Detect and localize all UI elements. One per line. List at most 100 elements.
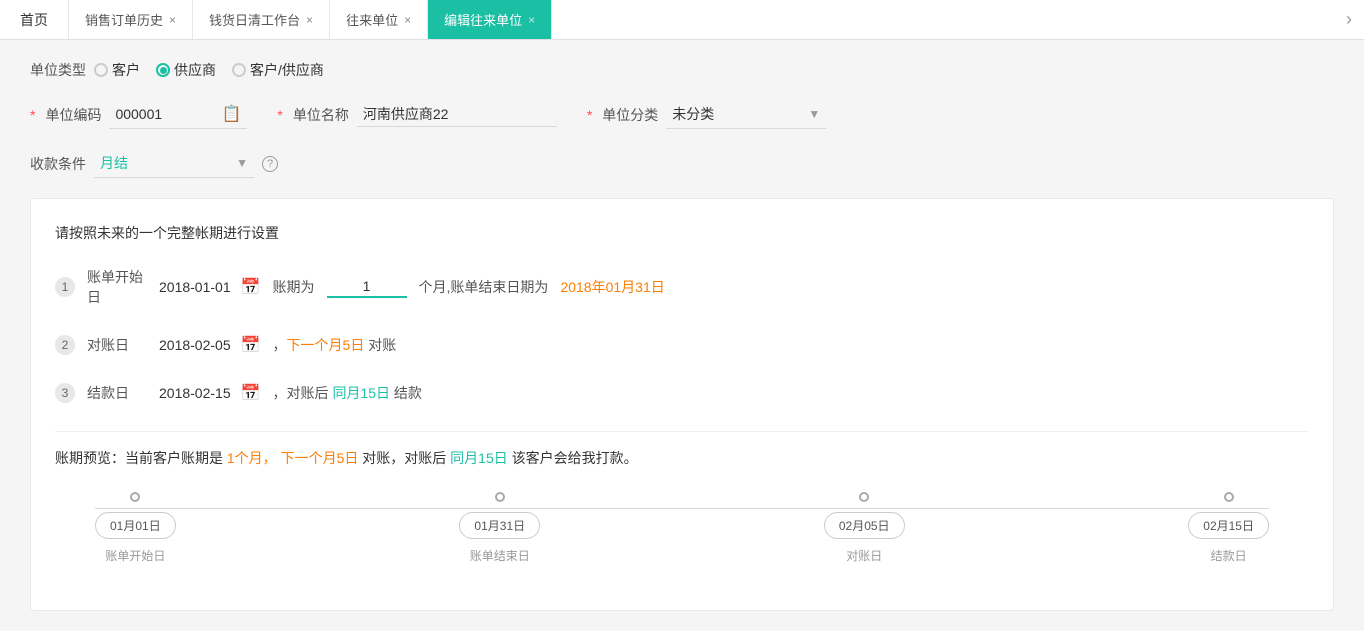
unit-detail-row: * 单位编码 📋 * 单位名称 * 单位分类 未分类 ▼ [30, 100, 1334, 129]
preview-payment: 同月15日 [450, 450, 508, 466]
setting-date-2: 2018-02-05 📅 [159, 335, 261, 355]
timeline-wrapper: 01月01日 账单开始日 01月31日 账单结束日 02月05日 对账日 [55, 492, 1309, 564]
timeline-label-4: 结款日 [1211, 547, 1247, 564]
date-text-1: 2018-01-01 [159, 279, 231, 295]
setting-label-1: 账单开始日 [87, 267, 147, 307]
unit-type-radio-group: 客户 供应商 客户/供应商 [94, 60, 324, 80]
preview-end: 该客户会给我打款。 [512, 450, 638, 466]
period-suffix: 个月,账单结束日期为 [419, 277, 549, 297]
reconcile-highlight: 下一个月5日 [287, 337, 365, 353]
unit-category-label: 单位分类 [602, 105, 658, 125]
unit-name-star: * [277, 107, 282, 123]
radio-customer[interactable]: 客户 [94, 60, 140, 80]
tab-home[interactable]: 首页 [0, 0, 69, 39]
date-text-3: 2018-02-15 [159, 385, 231, 401]
setting-row-2: 2 对账日 2018-02-05 📅 ，下一个月5日 对账 [55, 335, 1309, 355]
unit-category-chevron: ▼ [808, 107, 820, 121]
card-title: 请按照未来的一个完整帐期进行设置 [55, 223, 1309, 243]
card-section: 请按照未来的一个完整帐期进行设置 1 账单开始日 2018-01-01 📅 账期… [30, 198, 1334, 611]
timeline-badge-3: 02月05日 [824, 512, 905, 539]
radio-customer-circle [94, 63, 108, 77]
radio-customer-label: 客户 [112, 60, 140, 80]
radio-both[interactable]: 客户/供应商 [232, 60, 324, 80]
setting-label-3: 结款日 [87, 383, 147, 403]
tab-edit-partner-close[interactable]: × [528, 13, 535, 27]
unit-type-label: 单位类型 [30, 60, 86, 80]
tab-expand-button[interactable]: › [1334, 0, 1364, 39]
timeline-dot-4 [1224, 492, 1234, 502]
calendar-icon-3[interactable]: 📅 [241, 383, 261, 403]
unit-code-input[interactable] [115, 106, 215, 122]
tab-edit-partner[interactable]: 编辑往来单位 × [428, 0, 552, 39]
setting-num-2: 2 [55, 335, 75, 355]
tab-sales-history-close[interactable]: × [169, 13, 176, 27]
timeline-points: 01月01日 账单开始日 01月31日 账单结束日 02月05日 对账日 [95, 492, 1269, 564]
reconcile-desc: ，下一个月5日 对账 [273, 335, 397, 355]
preview-mid: 对账，对账后 [362, 450, 450, 466]
unit-category-select[interactable]: 未分类 ▼ [666, 100, 826, 129]
unit-code-star: * [30, 107, 35, 123]
timeline-label-1: 账单开始日 [105, 547, 165, 564]
unit-code-input-wrapper: 📋 [109, 100, 247, 129]
radio-both-label: 客户/供应商 [250, 60, 324, 80]
payment-label: 收款条件 [30, 154, 86, 174]
preview-section: 账期预览：当前客户账期是 1个月， 下一个月5日 对账，对账后 同月15日 该客… [55, 431, 1309, 580]
unit-category-value: 未分类 [672, 104, 804, 124]
timeline-point-2: 01月31日 账单结束日 [459, 492, 540, 564]
tab-cash-work-close[interactable]: × [306, 13, 313, 27]
payment-value: 月结 [100, 153, 232, 173]
period-input[interactable] [327, 276, 407, 298]
setting-row-1: 1 账单开始日 2018-01-01 📅 账期为 个月,账单结束日期为 2018… [55, 267, 1309, 307]
timeline-dot-1 [130, 492, 140, 502]
preview-prefix: 账期预览：当前客户账期是 [55, 450, 223, 466]
tab-partner[interactable]: 往来单位 × [330, 0, 428, 39]
tab-bar: 首页 销售订单历史 × 钱货日清工作台 × 往来单位 × 编辑往来单位 × › [0, 0, 1364, 40]
unit-code-copy-icon[interactable]: 📋 [221, 104, 241, 124]
payment-row: 收款条件 月结 ▼ ? [30, 149, 1334, 178]
payment-group: 收款条件 月结 ▼ ? [30, 149, 278, 178]
payment-date-highlight: 同月15日 [332, 385, 390, 401]
timeline-badge-4: 02月15日 [1188, 512, 1269, 539]
timeline-point-3: 02月05日 对账日 [824, 492, 905, 564]
tab-partner-close[interactable]: × [404, 13, 411, 27]
setting-date-3: 2018-02-15 📅 [159, 383, 261, 403]
timeline-dot-2 [495, 492, 505, 502]
period-end-date: 2018年01月31日 [560, 277, 664, 297]
unit-category-star: * [587, 107, 592, 123]
payment-select[interactable]: 月结 ▼ [94, 149, 254, 178]
timeline-point-4: 02月15日 结款日 [1188, 492, 1269, 564]
timeline-point-1: 01月01日 账单开始日 [95, 492, 176, 564]
calendar-icon-2[interactable]: 📅 [241, 335, 261, 355]
tab-partner-label: 往来单位 [346, 10, 398, 29]
radio-supplier-circle [156, 63, 170, 77]
date-text-2: 2018-02-05 [159, 337, 231, 353]
payment-help-icon[interactable]: ? [262, 156, 278, 172]
unit-name-group: * 单位名称 [277, 102, 556, 127]
unit-code-group: * 单位编码 📋 [30, 100, 247, 129]
tab-cash-work[interactable]: 钱货日清工作台 × [193, 0, 330, 39]
setting-date-1: 2018-01-01 📅 [159, 277, 261, 297]
setting-row-3: 3 结款日 2018-02-15 📅 ，对账后 同月15日 结款 [55, 383, 1309, 403]
unit-name-input[interactable] [357, 102, 557, 127]
tab-cash-work-label: 钱货日清工作台 [209, 10, 300, 29]
preview-reconcile: 下一个月5日 [281, 450, 359, 466]
setting-num-3: 3 [55, 383, 75, 403]
radio-supplier[interactable]: 供应商 [156, 60, 216, 80]
unit-type-group: 单位类型 客户 供应商 客户/供应商 [30, 60, 324, 80]
period-label: 账期为 [273, 277, 315, 297]
unit-name-label: 单位名称 [293, 105, 349, 125]
timeline-dot-3 [859, 492, 869, 502]
tab-home-label: 首页 [20, 10, 48, 30]
timeline-label-3: 对账日 [846, 547, 882, 564]
timeline-label-2: 账单结束日 [470, 547, 530, 564]
timeline-badge-1: 01月01日 [95, 512, 176, 539]
calendar-icon-1[interactable]: 📅 [241, 277, 261, 297]
payment-chevron: ▼ [236, 156, 248, 170]
preview-months: 1个月， [227, 450, 277, 466]
main-content: 单位类型 客户 供应商 客户/供应商 * 单位编码 [0, 40, 1364, 631]
unit-code-label: 单位编码 [45, 105, 101, 125]
unit-type-row: 单位类型 客户 供应商 客户/供应商 [30, 60, 1334, 80]
radio-supplier-label: 供应商 [174, 60, 216, 80]
tab-sales-history[interactable]: 销售订单历史 × [69, 0, 193, 39]
timeline-badge-2: 01月31日 [459, 512, 540, 539]
